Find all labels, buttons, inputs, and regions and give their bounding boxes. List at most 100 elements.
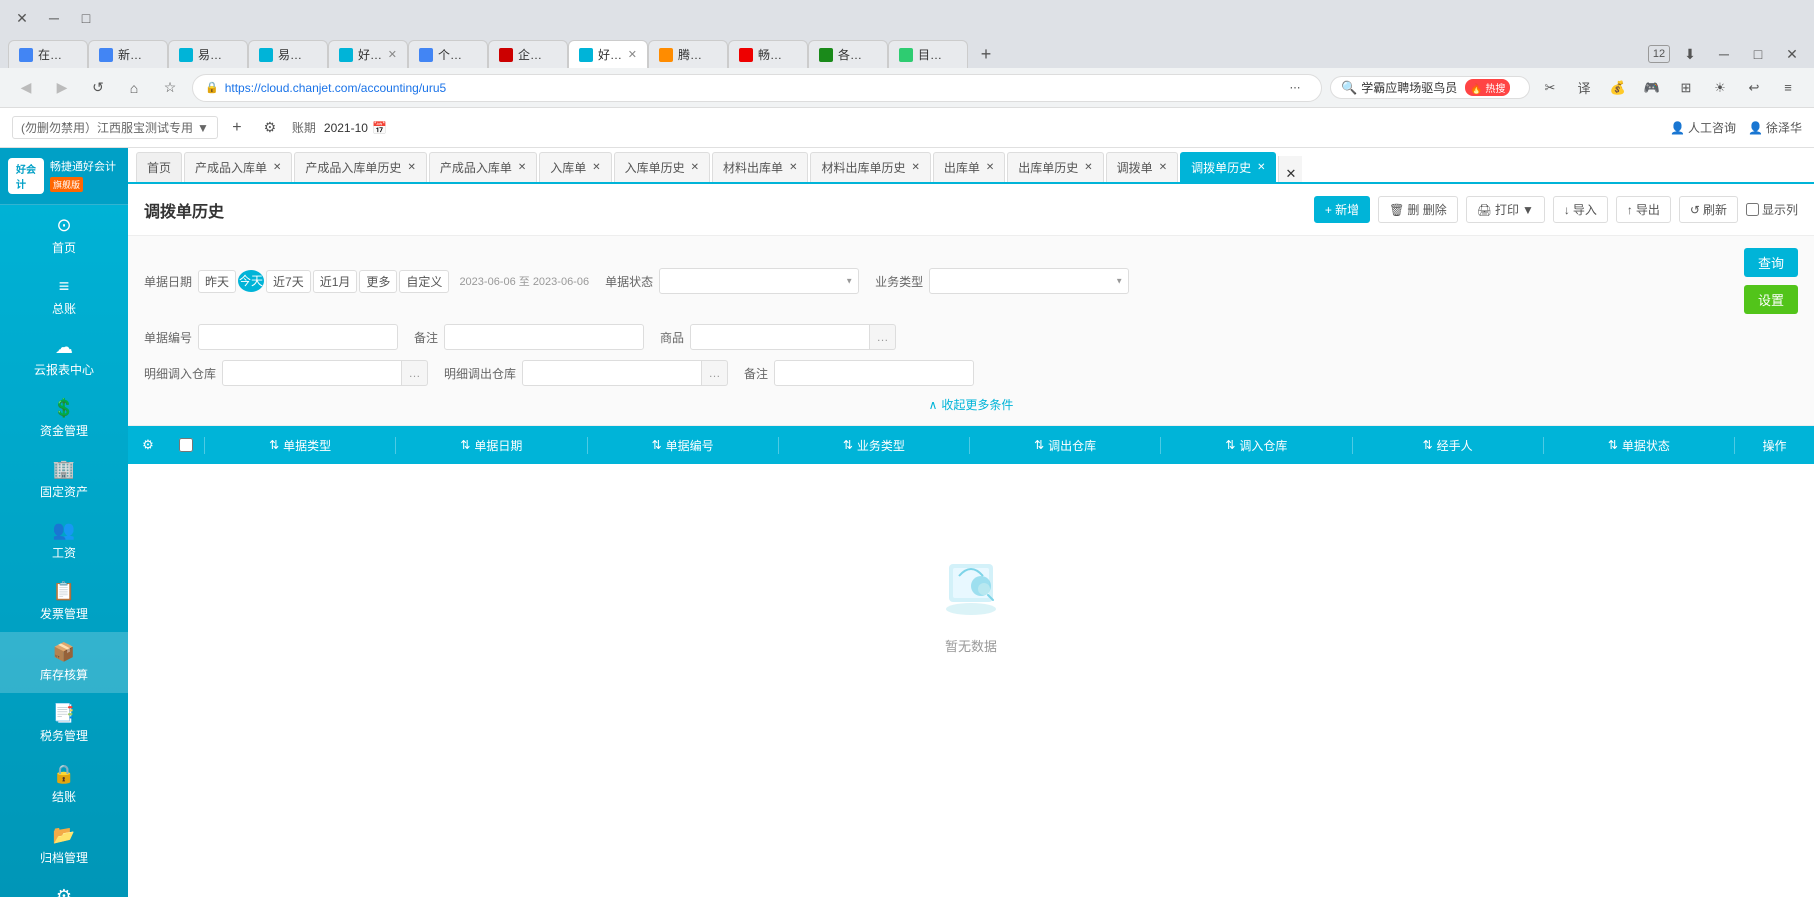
sidebar-item-archive[interactable]: 📂 归档管理 — [0, 815, 128, 876]
material-out-close[interactable]: ✕ — [789, 162, 797, 173]
sidebar-item-invoice[interactable]: 📋 发票管理 — [0, 571, 128, 632]
browser-tab-7[interactable]: 企… — [488, 40, 568, 68]
th-from-warehouse[interactable]: ⇅ 调出仓库 — [969, 437, 1160, 454]
refresh-btn[interactable]: ↺ 刷新 — [1679, 196, 1738, 223]
detail-to-input[interactable] — [522, 360, 702, 386]
tab-close-5[interactable]: ✕ — [388, 48, 397, 61]
browser-tab-10[interactable]: 畅… — [728, 40, 808, 68]
browser-tab-12[interactable]: 目… — [888, 40, 968, 68]
add-company-btn[interactable]: + — [226, 117, 248, 139]
material-out-history-close[interactable]: ✕ — [911, 162, 919, 173]
download-btn[interactable]: ⬇ — [1676, 40, 1704, 68]
user-btn[interactable]: 👤 徐泽华 — [1748, 119, 1802, 136]
delete-btn[interactable]: 🗑 删 删除 — [1378, 196, 1458, 223]
product-in-history-close[interactable]: ✕ — [407, 162, 415, 173]
close-btn[interactable]: ✕ — [1778, 40, 1806, 68]
more-btn[interactable]: 更多 — [359, 270, 397, 293]
page-tab-stock-out-history[interactable]: 出库单历史 ✕ — [1007, 152, 1103, 182]
browser-close-btn[interactable]: ✕ — [8, 4, 36, 32]
forward-btn[interactable]: ▶ — [48, 74, 76, 102]
biz-type-select[interactable] — [929, 268, 1129, 294]
page-tab-stock-out[interactable]: 出库单 ✕ — [933, 152, 1005, 182]
print-btn[interactable]: 🖨 打印 ▼ — [1466, 196, 1545, 223]
theme-btn[interactable]: ☀ — [1706, 74, 1734, 102]
collapse-btn[interactable]: ∧ 收起更多条件 — [144, 396, 1798, 413]
stock-out-history-close[interactable]: ✕ — [1084, 162, 1092, 173]
th-handler[interactable]: ⇅ 经手人 — [1352, 437, 1543, 454]
menu-btn[interactable]: ≡ — [1774, 74, 1802, 102]
1month-btn[interactable]: 近1月 — [313, 270, 358, 293]
game-btn[interactable]: 🎮 — [1638, 74, 1666, 102]
page-tab-transfer[interactable]: 调拨单 ✕ — [1106, 152, 1178, 182]
minimize-btn[interactable]: ─ — [1710, 40, 1738, 68]
status-select[interactable] — [659, 268, 859, 294]
query-btn[interactable]: 查询 — [1744, 248, 1798, 277]
page-tab-material-out-history[interactable]: 材料出库单历史 ✕ — [810, 152, 930, 182]
sidebar-item-close[interactable]: 🔒 结账 — [0, 754, 128, 815]
th-biz-type[interactable]: ⇅ 业务类型 — [778, 437, 969, 454]
browser-tab-11[interactable]: 各… — [808, 40, 888, 68]
settings-gear-btn[interactable]: ⚙ — [256, 114, 284, 142]
refresh-nav-btn[interactable]: ↺ — [84, 74, 112, 102]
export-btn[interactable]: ↑ 导出 — [1616, 196, 1671, 223]
grid-btn[interactable]: ⊞ — [1672, 74, 1700, 102]
sidebar-item-payroll[interactable]: 👥 工资 — [0, 510, 128, 571]
th-to-warehouse[interactable]: ⇅ 调入仓库 — [1160, 437, 1351, 454]
home-nav-btn[interactable]: ⌂ — [120, 74, 148, 102]
sidebar-item-capital[interactable]: 💲 资金管理 — [0, 388, 128, 449]
browser-tab-3[interactable]: 易… — [168, 40, 248, 68]
stock-out-close[interactable]: ✕ — [986, 162, 994, 173]
browser-min-btn[interactable]: ─ — [40, 4, 68, 32]
sidebar-item-inventory[interactable]: 📦 库存核算 — [0, 632, 128, 693]
th-settings[interactable]: ⚙ — [128, 437, 168, 453]
browser-tab-6[interactable]: 个… — [408, 40, 488, 68]
transfer-history-close[interactable]: ✕ — [1257, 162, 1265, 173]
page-tab-product-in-history[interactable]: 产成品入库单历史 ✕ — [294, 152, 426, 182]
stock-in-close[interactable]: ✕ — [592, 162, 600, 173]
address-info-btn[interactable]: ⋯ — [1281, 74, 1309, 102]
page-tab-product-in2[interactable]: 产成品入库单 ✕ — [429, 152, 537, 182]
custom-btn[interactable]: 自定义 — [399, 270, 449, 293]
select-all-checkbox[interactable] — [179, 438, 193, 452]
browser-max-btn[interactable]: □ — [72, 4, 100, 32]
th-doc-status[interactable]: ⇅ 单据状态 — [1543, 437, 1734, 454]
browser-tab-8[interactable]: 好… ✕ — [568, 40, 648, 68]
page-tab-material-out[interactable]: 材料出库单 ✕ — [712, 152, 808, 182]
detail-from-dots-btn[interactable]: … — [402, 360, 428, 386]
sidebar-item-reports[interactable]: ☁ 云报表中心 — [0, 327, 128, 388]
sidebar-item-settings[interactable]: ⚙ 基础设置 — [0, 876, 128, 897]
address-bar[interactable]: 🔒 https://cloud.chanjet.com/accounting/u… — [192, 74, 1322, 102]
support-btn[interactable]: 👤 人工咨询 — [1670, 119, 1736, 136]
browser-tab-1[interactable]: 在… — [8, 40, 88, 68]
goods-dots-btn[interactable]: … — [870, 324, 896, 350]
translate-btn[interactable]: 译 — [1570, 74, 1598, 102]
filter-settings-btn[interactable]: 设置 — [1744, 285, 1798, 314]
transfer-close[interactable]: ✕ — [1159, 162, 1167, 173]
sidebar-item-assets[interactable]: 🏢 固定资产 — [0, 449, 128, 510]
browser-tab-5[interactable]: 好… ✕ — [328, 40, 408, 68]
back-btn[interactable]: ◀ — [12, 74, 40, 102]
new-tab-btn[interactable]: + — [972, 40, 1000, 68]
sidebar-item-tax[interactable]: 📑 税务管理 — [0, 693, 128, 754]
detail-from-input[interactable] — [222, 360, 402, 386]
product-in2-close[interactable]: ✕ — [518, 162, 526, 173]
browser-tab-4[interactable]: 易… — [248, 40, 328, 68]
7days-btn[interactable]: 近7天 — [266, 270, 311, 293]
display-cols-input[interactable] — [1746, 203, 1759, 216]
browser-tab-2[interactable]: 新… — [88, 40, 168, 68]
yesterday-btn[interactable]: 昨天 — [198, 270, 236, 293]
th-doc-type[interactable]: ⇅ 单据类型 — [204, 437, 395, 454]
goods-input[interactable] — [690, 324, 870, 350]
detail-to-dots-btn[interactable]: … — [702, 360, 728, 386]
sidebar-item-home[interactable]: ⊙ 首页 — [0, 205, 128, 266]
th-doc-date[interactable]: ⇅ 单据日期 — [395, 437, 586, 454]
browser-tab-9[interactable]: 腾… — [648, 40, 728, 68]
page-tab-home[interactable]: 首页 — [136, 152, 182, 182]
page-tab-stock-in-history[interactable]: 入库单历史 ✕ — [614, 152, 710, 182]
tab-count-btn[interactable]: 12 — [1648, 45, 1670, 63]
display-cols-checkbox[interactable]: 显示列 — [1746, 201, 1798, 218]
tab-close-8[interactable]: ✕ — [628, 48, 637, 61]
period-value[interactable]: 2021-10 📅 — [324, 121, 387, 135]
import-btn[interactable]: ↓ 导入 — [1553, 196, 1608, 223]
restore-btn[interactable]: □ — [1744, 40, 1772, 68]
